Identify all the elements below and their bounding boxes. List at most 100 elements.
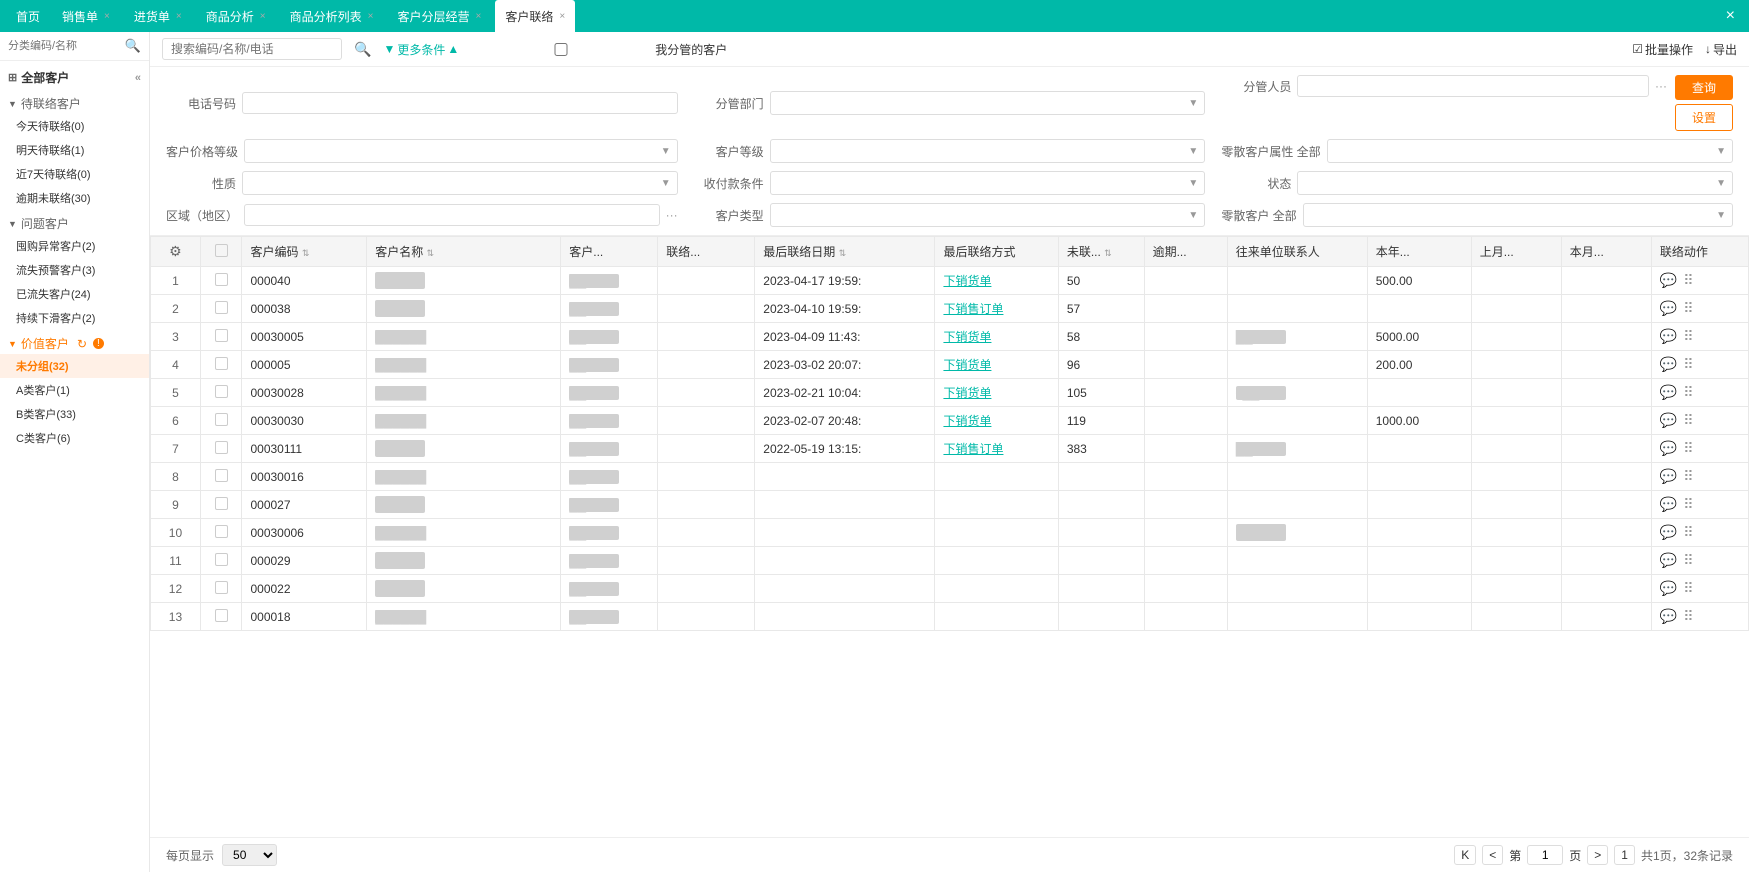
chat-icon[interactable]: 💬	[1660, 412, 1677, 429]
chat-icon[interactable]: 💬	[1660, 384, 1677, 401]
row-checkbox[interactable]	[215, 609, 228, 622]
filter-nature-select[interactable]: ▼	[242, 171, 678, 195]
sidebar-item-overdue[interactable]: 逾期未联络(30)	[0, 186, 149, 210]
close-tab-purchase[interactable]: ×	[176, 11, 182, 22]
chat-icon[interactable]: 💬	[1660, 608, 1677, 625]
row-checkbox[interactable]	[215, 581, 228, 594]
apps-icon[interactable]: ⠿	[1683, 608, 1693, 625]
close-all-icon[interactable]: ×	[1720, 7, 1741, 25]
row-check[interactable]	[200, 519, 242, 547]
filter-customer-level-select[interactable]: ▼	[770, 139, 1206, 163]
row-check[interactable]	[200, 575, 242, 603]
row-checkbox[interactable]	[215, 497, 228, 510]
sidebar-item-churn-warning[interactable]: 流失预警客户(3)	[0, 258, 149, 282]
filter-status-select[interactable]: ▼	[1297, 171, 1733, 195]
sidebar-item-class-a[interactable]: A类客户(1)	[0, 378, 149, 402]
more-conditions-btn[interactable]: ▼ 更多条件 ▲	[383, 41, 459, 58]
row-check[interactable]	[200, 323, 242, 351]
apps-icon[interactable]: ⠿	[1683, 468, 1693, 485]
search-input[interactable]	[162, 38, 342, 60]
last-method-link[interactable]: 下销货单	[943, 414, 991, 428]
last-method-link[interactable]: 下销货单	[943, 330, 991, 344]
apps-icon[interactable]: ⠿	[1683, 328, 1693, 345]
nav-tab-product-analysis[interactable]: 商品分析 ×	[196, 0, 276, 32]
close-tab-product-list[interactable]: ×	[368, 11, 374, 22]
next-page-btn[interactable]: >	[1587, 845, 1608, 865]
current-page-input[interactable]	[1527, 845, 1563, 865]
filter-payment-select[interactable]: ▼	[770, 171, 1206, 195]
sidebar-item-churned[interactable]: 已流失客户(24)	[0, 282, 149, 306]
row-checkbox[interactable]	[215, 469, 228, 482]
sidebar-item-tomorrow[interactable]: 明天待联络(1)	[0, 138, 149, 162]
row-check[interactable]	[200, 491, 242, 519]
close-tab-customer-tier[interactable]: ×	[475, 11, 481, 22]
row-checkbox[interactable]	[215, 273, 228, 286]
chat-icon[interactable]: 💬	[1660, 468, 1677, 485]
last-page-btn[interactable]: 1	[1614, 845, 1635, 865]
th-settings[interactable]: ⚙	[151, 237, 201, 267]
sidebar-item-7days[interactable]: 近7天待联络(0)	[0, 162, 149, 186]
th-code[interactable]: 客户编码 ⇅	[242, 237, 367, 267]
settings-icon[interactable]: ⚙	[169, 243, 182, 259]
sidebar-item-class-c[interactable]: C类客户(6)	[0, 426, 149, 450]
close-tab-product-analysis[interactable]: ×	[260, 11, 266, 22]
chat-icon[interactable]: 💬	[1660, 328, 1677, 345]
sidebar-item-class-b[interactable]: B类客户(33)	[0, 402, 149, 426]
row-checkbox[interactable]	[215, 329, 228, 342]
apps-icon[interactable]: ⠿	[1683, 300, 1693, 317]
filter-price-level-select[interactable]: ▼	[244, 139, 678, 163]
th-uncontact[interactable]: 未联... ⇅	[1058, 237, 1144, 267]
filter-scatter-select[interactable]: ▼	[1303, 203, 1733, 227]
row-check[interactable]	[200, 435, 242, 463]
reset-button[interactable]: 设置	[1675, 104, 1733, 131]
row-checkbox[interactable]	[215, 385, 228, 398]
sidebar-search-icon[interactable]: 🔍	[125, 38, 141, 54]
filter-manager-input[interactable]	[1297, 75, 1649, 97]
my-customers-checkbox[interactable]	[471, 43, 651, 56]
apps-icon[interactable]: ⠿	[1683, 384, 1693, 401]
nav-tab-purchase[interactable]: 进货单 ×	[124, 0, 192, 32]
chat-icon[interactable]: 💬	[1660, 272, 1677, 289]
filter-region-input[interactable]	[244, 204, 660, 226]
row-checkbox[interactable]	[215, 525, 228, 538]
close-tab-customer-contact[interactable]: ×	[559, 11, 565, 22]
chat-icon[interactable]: 💬	[1660, 356, 1677, 373]
search-button-icon[interactable]: 🔍	[354, 41, 371, 58]
apps-icon[interactable]: ⠿	[1683, 412, 1693, 429]
row-checkbox[interactable]	[215, 441, 228, 454]
first-page-btn[interactable]: K	[1454, 845, 1476, 865]
chat-icon[interactable]: 💬	[1660, 524, 1677, 541]
apps-icon[interactable]: ⠿	[1683, 524, 1693, 541]
filter-phone-input[interactable]	[242, 92, 678, 114]
nav-tab-sales[interactable]: 销售单 ×	[52, 0, 120, 32]
sidebar-item-abnormal[interactable]: 囤购异常客户(2)	[0, 234, 149, 258]
refresh-icon[interactable]: ↻	[77, 337, 87, 351]
row-checkbox[interactable]	[215, 413, 228, 426]
th-name[interactable]: 客户名称 ⇅	[367, 237, 561, 267]
row-checkbox[interactable]	[215, 357, 228, 370]
sidebar-item-declining[interactable]: 持续下滑客户(2)	[0, 306, 149, 330]
my-customers-checkbox-label[interactable]: 我分管的客户	[471, 41, 727, 58]
last-method-link[interactable]: 下销售订单	[943, 302, 1003, 316]
chat-icon[interactable]: 💬	[1660, 496, 1677, 513]
last-method-link[interactable]: 下销货单	[943, 274, 991, 288]
row-checkbox[interactable]	[215, 301, 228, 314]
row-check[interactable]	[200, 547, 242, 575]
row-check[interactable]	[200, 379, 242, 407]
apps-icon[interactable]: ⠿	[1683, 580, 1693, 597]
row-check[interactable]	[200, 267, 242, 295]
filter-customer-type-select[interactable]: ▼	[770, 203, 1206, 227]
close-tab-sales[interactable]: ×	[104, 11, 110, 22]
last-method-link[interactable]: 下销货单	[943, 358, 991, 372]
sidebar-item-unassigned[interactable]: 未分组(32)	[0, 354, 149, 378]
row-check[interactable]	[200, 407, 242, 435]
sidebar-item-today[interactable]: 今天待联络(0)	[0, 114, 149, 138]
apps-icon[interactable]: ⠿	[1683, 440, 1693, 457]
row-check[interactable]	[200, 603, 242, 631]
chat-icon[interactable]: 💬	[1660, 552, 1677, 569]
select-all-checkbox[interactable]	[215, 244, 228, 257]
th-check[interactable]	[200, 237, 242, 267]
manager-more-icon[interactable]: ···	[1655, 79, 1667, 93]
filter-scatter-attr-select[interactable]: ▼	[1327, 139, 1733, 163]
sidebar-search-input[interactable]	[8, 40, 125, 52]
